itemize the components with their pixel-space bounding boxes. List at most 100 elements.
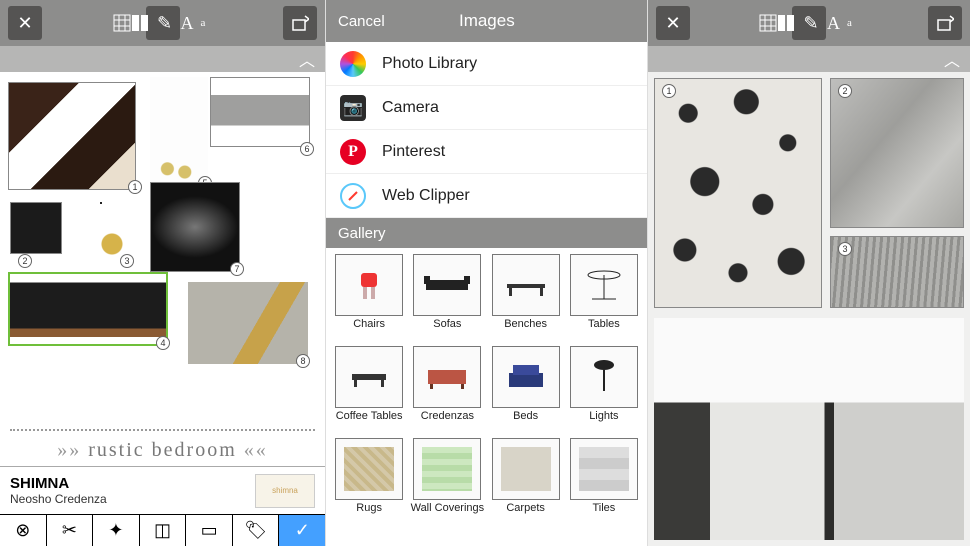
material-canvas[interactable]: 1 2 3 [648, 72, 970, 546]
source-row-camera[interactable]: 📷Camera [326, 86, 647, 130]
shape-button[interactable]: ◫ [140, 515, 187, 546]
edit-toolbar: ⊗ ✂ ✦ ◫ ▭ 🏷 ✓ [0, 514, 325, 546]
material-tile[interactable] [654, 78, 822, 308]
crop-button[interactable]: ✂ [47, 515, 94, 546]
layout-button[interactable] [131, 6, 149, 40]
item-number-badge: 2 [18, 254, 32, 268]
close-button[interactable]: ✕ [8, 6, 42, 40]
selection-product: Neosho Credenza [10, 492, 107, 506]
source-label: Web Clipper [382, 187, 470, 205]
moodboard-editor-screen: ✕ ✎ Aa ︿ 1 5 6 [0, 0, 325, 546]
text-button[interactable]: Aa [827, 6, 859, 40]
text-icon: Aa [181, 6, 213, 40]
source-label: Pinterest [382, 143, 445, 161]
gallery-category[interactable]: Wall Coverings [410, 438, 484, 526]
gallery-label: Carpets [506, 502, 545, 514]
share-button[interactable] [283, 6, 317, 40]
moodboard-canvas[interactable]: 1 5 6 2 3 7 4 8 rustic bedroom [0, 72, 325, 466]
gallery-grid: Chairs Sofas Benches Tables Coffee Tables Cre… [326, 248, 647, 532]
source-row-pinterest[interactable]: P Pinterest [326, 130, 647, 174]
gallery-category[interactable]: Rugs [332, 438, 406, 526]
webclip-icon [340, 183, 366, 209]
gallery-label: Benches [504, 318, 547, 330]
top-toolbar: ✕ ✎ Aa [648, 0, 970, 46]
sub-toolbar[interactable]: ︿ [0, 46, 325, 72]
gallery-label: Tables [588, 318, 620, 330]
gallery-label: Sofas [433, 318, 461, 330]
material-tile[interactable] [830, 78, 964, 228]
gallery-thumbnail [492, 438, 560, 500]
draw-button[interactable]: ✎ [795, 6, 827, 40]
source-row-webclip[interactable]: Web Clipper [326, 174, 647, 218]
board-item[interactable] [70, 202, 130, 258]
canvas-tool-group: ✎ Aa [792, 6, 826, 40]
pinterest-icon: P [340, 139, 366, 165]
picker-title: Images [385, 11, 589, 31]
camera-icon: 📷 [340, 95, 366, 121]
board-item[interactable] [188, 282, 308, 364]
remove-button[interactable]: ⊗ [0, 515, 47, 546]
tag-button[interactable]: 🏷 [233, 515, 280, 546]
item-number-badge: 8 [296, 354, 310, 368]
board-item[interactable] [150, 182, 240, 272]
item-number-badge: 1 [128, 180, 142, 194]
grid-button[interactable] [113, 6, 131, 40]
board-item[interactable] [10, 202, 62, 254]
crop-icon: ✂ [62, 520, 77, 541]
gallery-category[interactable]: Carpets [489, 438, 563, 526]
tile-number-badge: 3 [838, 242, 852, 256]
gallery-thumbnail [492, 346, 560, 408]
draw-button[interactable]: ✎ [149, 6, 181, 40]
gallery-category[interactable]: Lights [567, 346, 641, 434]
share-button[interactable] [928, 6, 962, 40]
gallery-category[interactable]: Coffee Tables [332, 346, 406, 434]
selection-brand: SHIMNA [10, 475, 107, 492]
item-number-badge: 7 [230, 262, 244, 276]
gallery-thumbnail [413, 254, 481, 316]
image-picker-screen: Cancel Images Photo Library📷Camera P Pinte… [325, 0, 648, 546]
text-button[interactable]: Aa [181, 6, 213, 40]
gallery-thumbnail [335, 254, 403, 316]
close-button[interactable]: ✕ [656, 6, 690, 40]
gallery-category[interactable]: Tiles [567, 438, 641, 526]
layout-icon [131, 14, 149, 32]
gallery-category[interactable]: Chairs [332, 254, 406, 342]
grid-button[interactable] [759, 6, 777, 40]
chevron-up-icon: ︿ [944, 47, 960, 71]
magic-wand-icon: ✦ [108, 520, 123, 541]
room-photo[interactable] [654, 318, 964, 540]
gallery-thumbnail [335, 346, 403, 408]
item-number-badge: 3 [120, 254, 134, 268]
source-row-photos[interactable]: Photo Library [326, 42, 647, 86]
gallery-category[interactable]: Beds [489, 346, 563, 434]
share-icon [936, 14, 954, 32]
gallery-category[interactable]: Credenzas [410, 346, 484, 434]
gallery-thumbnail [413, 346, 481, 408]
gallery-thumbnail [570, 254, 638, 316]
sub-toolbar[interactable]: ︿ [648, 46, 970, 72]
gallery-label: Tiles [592, 502, 615, 514]
gallery-category[interactable]: Sofas [410, 254, 484, 342]
selection-info-bar: SHIMNA Neosho Credenza shimna [0, 466, 325, 514]
pencil-icon: ✎ [795, 6, 827, 40]
layer-button[interactable]: ▭ [186, 515, 233, 546]
gallery-label: Credenzas [421, 410, 474, 422]
tile-number-badge: 1 [662, 84, 676, 98]
board-item-selected[interactable] [8, 272, 168, 346]
close-icon: ✕ [17, 13, 32, 34]
gallery-category[interactable]: Tables [567, 254, 641, 342]
cancel-button[interactable]: Cancel [338, 13, 385, 30]
layout-button[interactable] [777, 6, 795, 40]
grid-icon [759, 14, 777, 32]
gallery-thumbnail [335, 438, 403, 500]
board-item[interactable] [150, 77, 208, 185]
board-item[interactable] [210, 77, 310, 147]
gallery-thumbnail [570, 346, 638, 408]
brand-thumbnail[interactable]: shimna [255, 474, 315, 508]
confirm-button[interactable]: ✓ [279, 515, 325, 546]
board-item[interactable] [8, 82, 136, 190]
remove-icon: ⊗ [15, 520, 30, 541]
gallery-category[interactable]: Benches [489, 254, 563, 342]
magic-button[interactable]: ✦ [93, 515, 140, 546]
check-icon: ✓ [295, 520, 310, 541]
